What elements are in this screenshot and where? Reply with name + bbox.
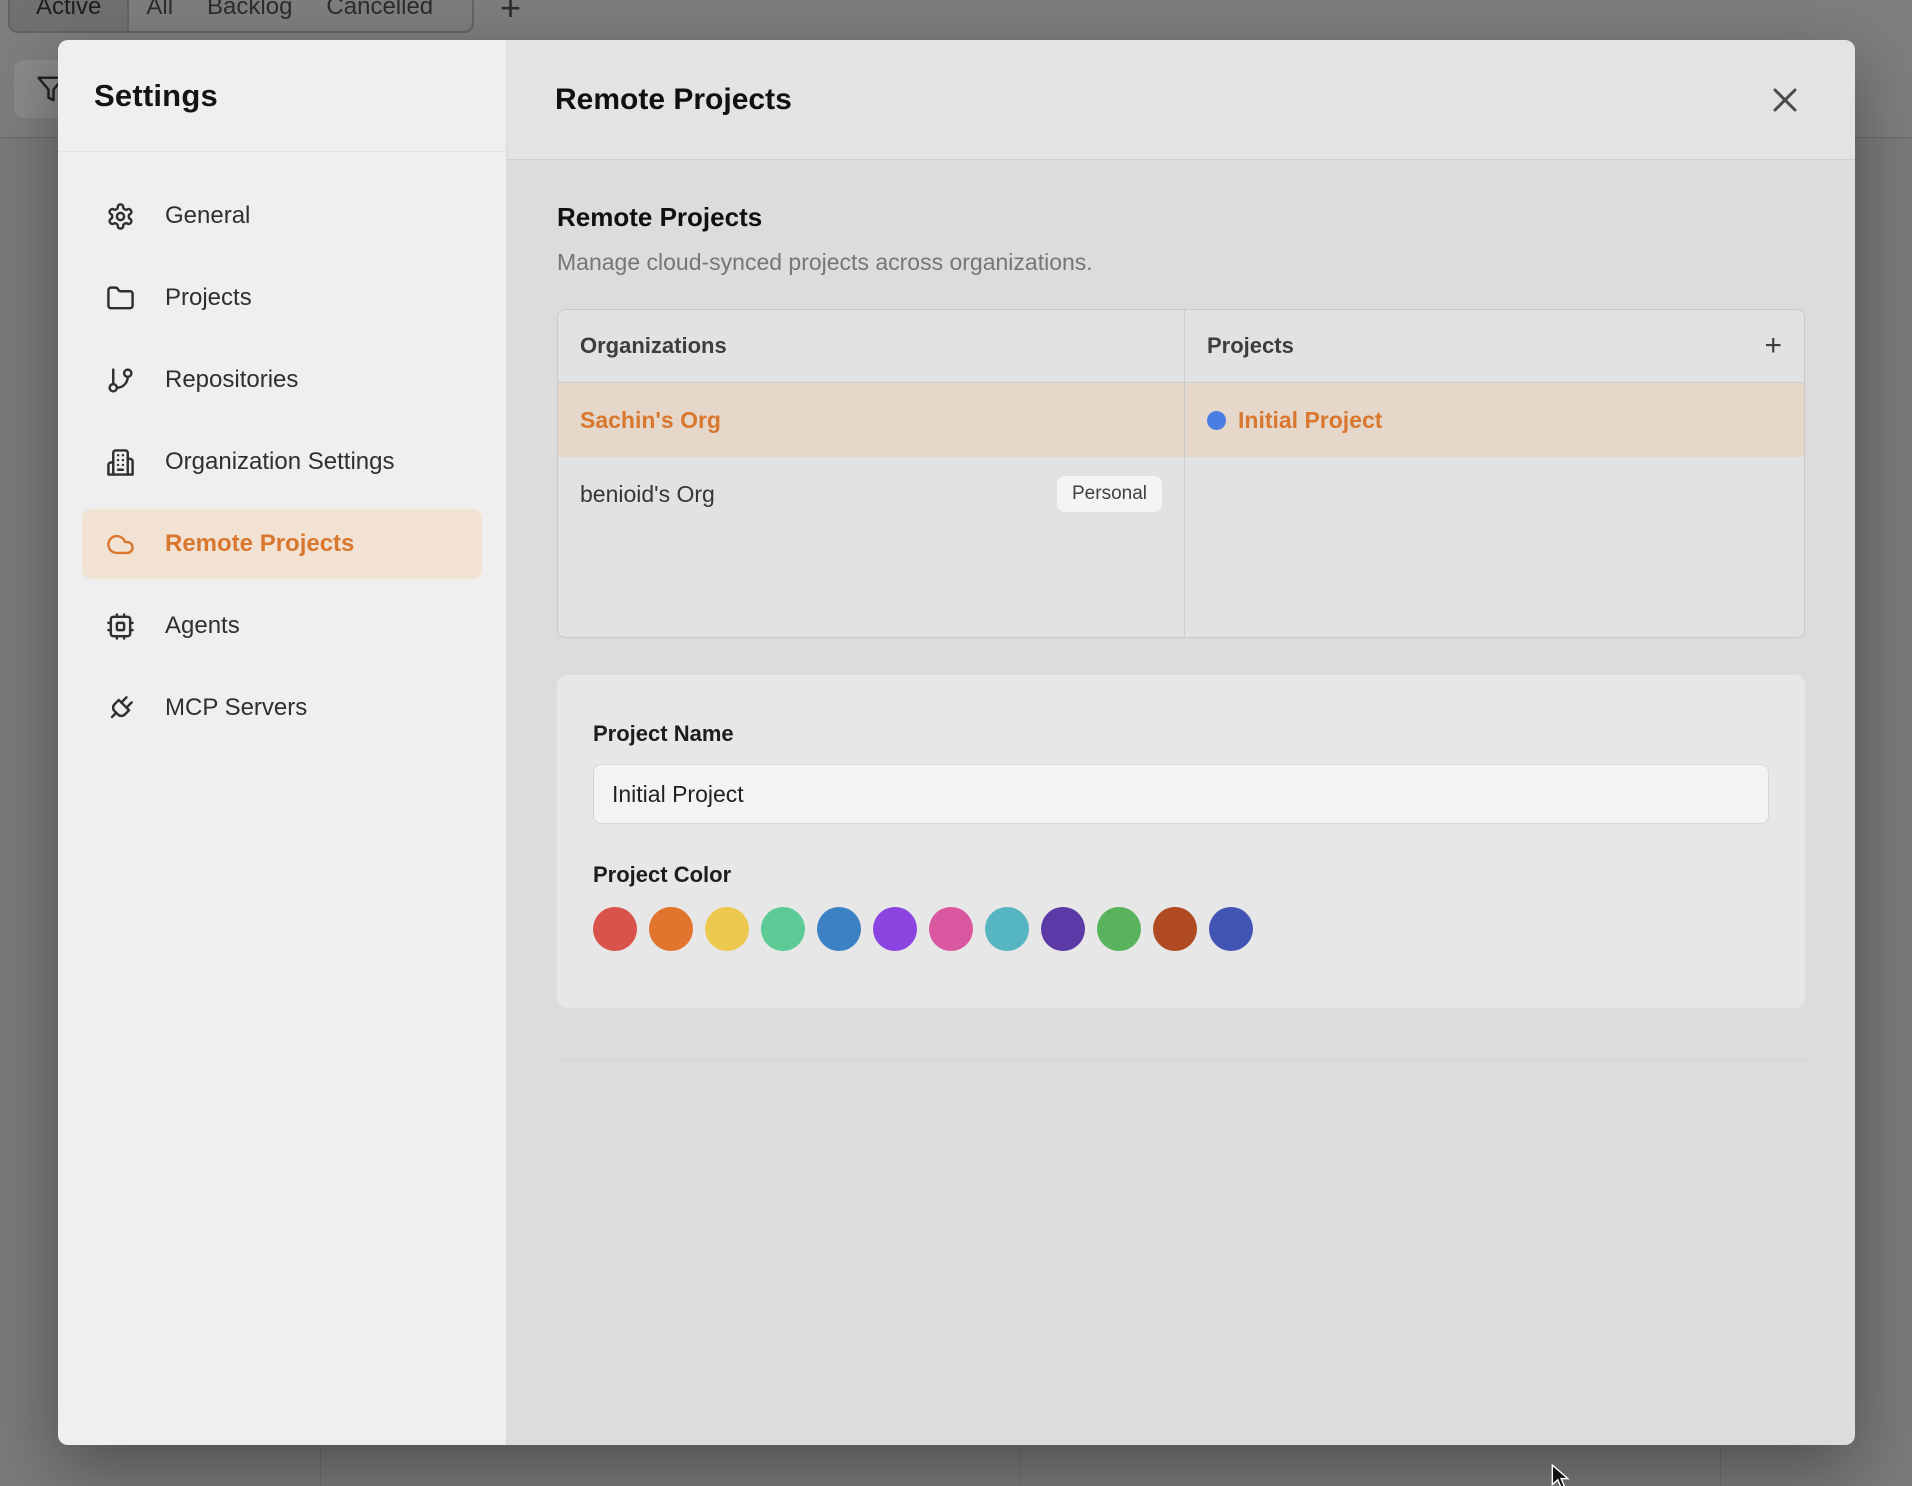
organization-row-sachins-org[interactable]: Sachin's Org bbox=[558, 383, 1184, 457]
project-color-dot bbox=[1207, 410, 1226, 430]
close-icon bbox=[1773, 88, 1797, 111]
organization-name: benioid's Org bbox=[580, 480, 715, 507]
add-view-button[interactable]: + bbox=[500, 0, 521, 26]
gear-icon bbox=[108, 202, 133, 230]
sidebar-item-repositories[interactable]: Repositories bbox=[82, 345, 482, 415]
mouse-cursor bbox=[1551, 1464, 1570, 1486]
color-swatch-violet[interactable] bbox=[1041, 907, 1085, 951]
modal-title: Remote Projects bbox=[555, 82, 792, 116]
projects-column: Projects + Initial Project bbox=[1184, 310, 1804, 637]
settings-sidebar: Settings General Projects Repositories O… bbox=[58, 40, 507, 1445]
organization-name: Sachin's Org bbox=[580, 406, 721, 433]
sidebar-item-label: Remote Projects bbox=[165, 530, 355, 557]
project-color-label: Project Color bbox=[593, 862, 732, 887]
close-button[interactable] bbox=[1763, 78, 1807, 122]
projects-header: Projects + bbox=[1185, 310, 1804, 383]
add-project-button[interactable]: + bbox=[1764, 331, 1782, 361]
color-swatch-blue[interactable] bbox=[817, 907, 861, 951]
sidebar-header: Settings bbox=[58, 40, 506, 152]
tab-cancelled[interactable]: Cancelled bbox=[309, 0, 450, 31]
color-swatch-purple[interactable] bbox=[873, 907, 917, 951]
git-branch-icon bbox=[108, 367, 133, 393]
project-row-initial-project[interactable]: Initial Project bbox=[1185, 383, 1804, 457]
tab-label: Active bbox=[36, 0, 102, 20]
settings-title: Settings bbox=[94, 77, 218, 113]
folder-icon bbox=[107, 285, 134, 309]
color-swatch-green[interactable] bbox=[1097, 907, 1141, 951]
plug-icon bbox=[110, 695, 133, 718]
building-icon bbox=[107, 448, 134, 476]
color-swatch-mint[interactable] bbox=[761, 907, 805, 951]
tab-label: All bbox=[146, 0, 174, 20]
sidebar-item-label: Repositories bbox=[165, 366, 299, 393]
project-color-swatches bbox=[593, 907, 1769, 951]
color-swatch-teal[interactable] bbox=[985, 907, 1029, 951]
tab-active[interactable]: Active bbox=[10, 0, 130, 31]
sidebar-item-label: Organization Settings bbox=[165, 448, 395, 475]
sidebar-item-remote-projects[interactable]: Remote Projects bbox=[82, 509, 482, 579]
tab-label: Cancelled bbox=[326, 0, 434, 20]
modal-header: Remote Projects bbox=[507, 40, 1855, 160]
settings-main-panel: Remote Projects Remote Projects Manage c… bbox=[507, 40, 1855, 1445]
view-tab-strip: Active All Backlog Cancelled bbox=[8, 0, 474, 33]
cpu-chip-icon bbox=[107, 612, 134, 640]
sidebar-item-label: Agents bbox=[165, 612, 240, 639]
section-subtitle: Manage cloud-synced projects across orga… bbox=[557, 249, 1093, 275]
color-swatch-yellow[interactable] bbox=[705, 907, 749, 951]
personal-badge: Personal bbox=[1057, 476, 1162, 512]
color-swatch-orange[interactable] bbox=[649, 907, 693, 951]
sidebar-item-label: General bbox=[165, 202, 251, 229]
organizations-header-label: Organizations bbox=[580, 333, 727, 358]
color-swatch-rust[interactable] bbox=[1153, 907, 1197, 951]
project-name-label: Project Name bbox=[593, 721, 734, 746]
cloud-icon bbox=[107, 534, 134, 554]
settings-modal: Settings General Projects Repositories O… bbox=[58, 40, 1855, 1445]
tab-backlog[interactable]: Backlog bbox=[190, 0, 309, 31]
organizations-column: Organizations Sachin's Org benioid's Org… bbox=[558, 310, 1184, 637]
section-divider bbox=[557, 1060, 1805, 1061]
projects-header-label: Projects bbox=[1207, 333, 1294, 358]
tab-all[interactable]: All bbox=[129, 0, 190, 31]
organization-row-benioids-org[interactable]: benioid's Org Personal bbox=[558, 457, 1184, 531]
screen: Active All Backlog Cancelled + Settings … bbox=[0, 0, 1912, 1486]
sidebar-item-general[interactable]: General bbox=[82, 181, 482, 251]
section-title: Remote Projects bbox=[557, 202, 763, 232]
modal-body: Remote Projects Manage cloud-synced proj… bbox=[507, 160, 1855, 1445]
sidebar-item-organization-settings[interactable]: Organization Settings bbox=[82, 427, 482, 497]
project-details-panel: Project Name Project Color bbox=[557, 675, 1805, 1008]
color-swatch-pink[interactable] bbox=[929, 907, 973, 951]
sidebar-item-label: Projects bbox=[165, 284, 252, 311]
sidebar-item-projects[interactable]: Projects bbox=[82, 263, 482, 333]
organizations-projects-table: Organizations Sachin's Org benioid's Org… bbox=[557, 309, 1805, 638]
project-name: Initial Project bbox=[1238, 406, 1383, 433]
tab-label: Backlog bbox=[207, 0, 293, 20]
sidebar-item-label: MCP Servers bbox=[165, 694, 308, 721]
color-swatch-indigo[interactable] bbox=[1209, 907, 1253, 951]
project-name-input[interactable] bbox=[593, 764, 1769, 824]
organizations-header: Organizations bbox=[558, 310, 1184, 383]
sidebar-nav: General Projects Repositories Organizati… bbox=[58, 152, 506, 743]
color-swatch-red[interactable] bbox=[593, 907, 637, 951]
sidebar-item-agents[interactable]: Agents bbox=[82, 591, 482, 661]
sidebar-item-mcp-servers[interactable]: MCP Servers bbox=[82, 673, 482, 743]
